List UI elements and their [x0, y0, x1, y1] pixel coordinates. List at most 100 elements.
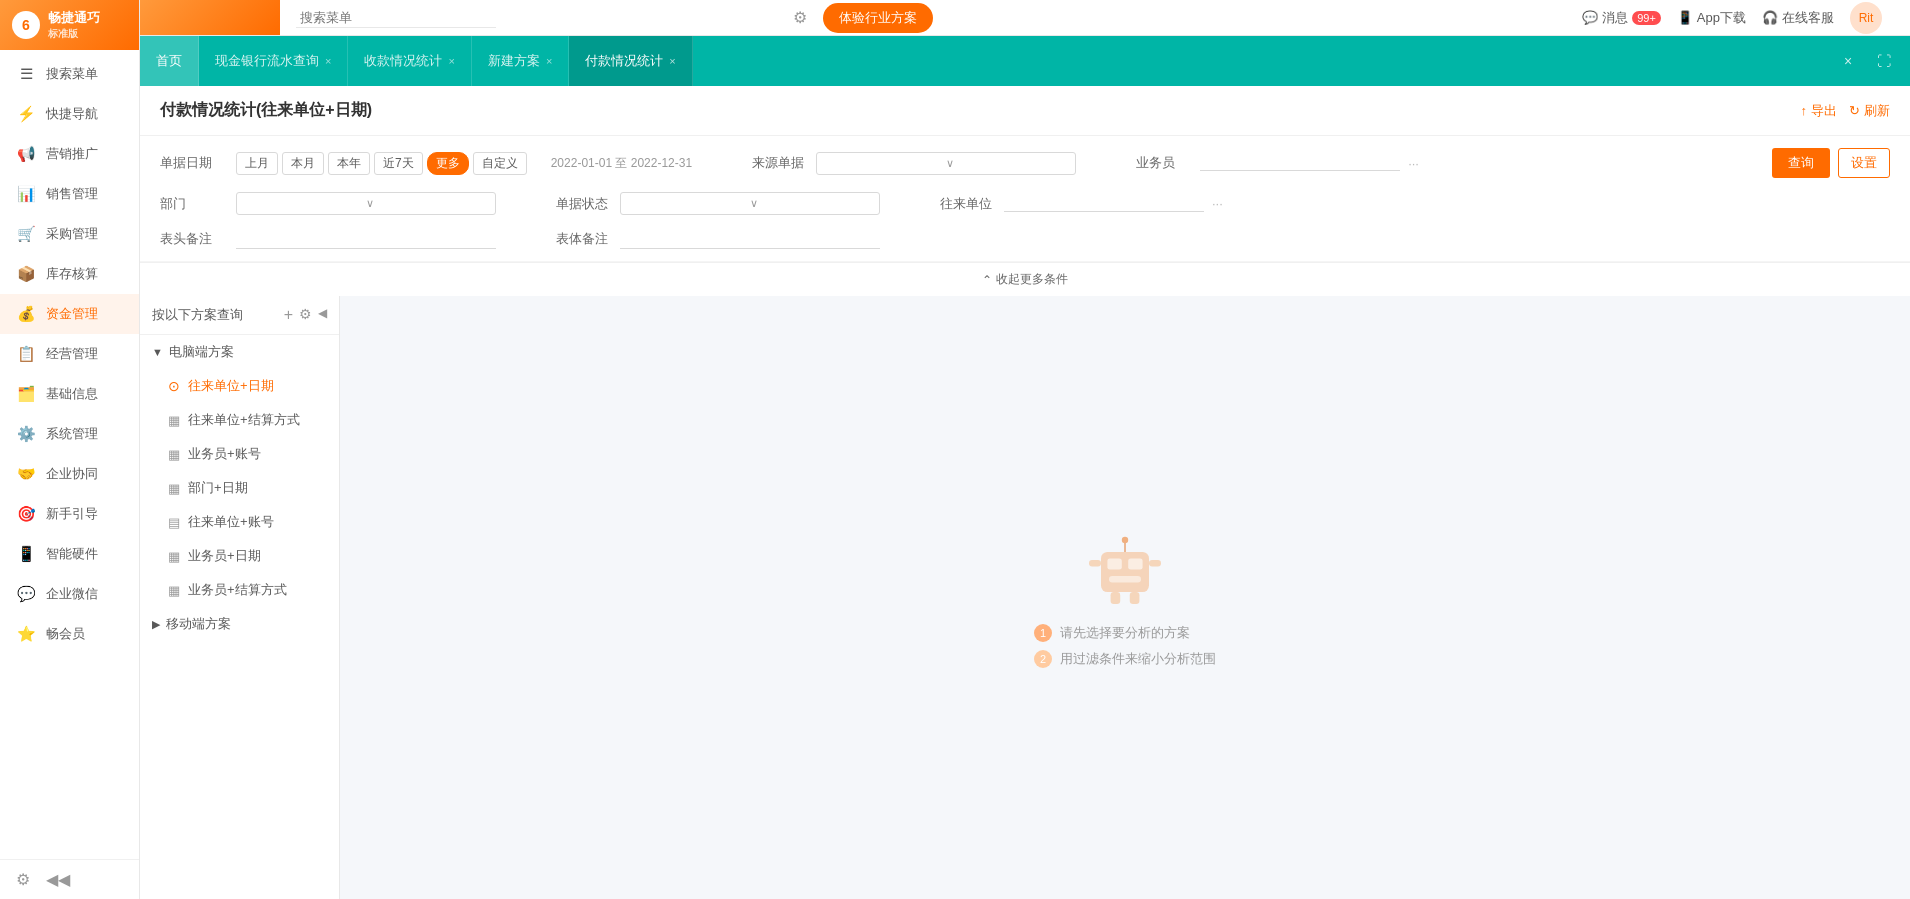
filter-settings-button[interactable]: 设置 — [1838, 148, 1890, 178]
sidebar-item-purchase[interactable]: 🛒 采购管理 — [0, 214, 139, 254]
scheme-group-desktop-header[interactable]: ▼ 电脑端方案 — [140, 335, 339, 369]
tab-label-receipt-stats: 收款情况统计 — [364, 52, 442, 70]
settings-footer-icon[interactable]: ⚙ — [16, 870, 30, 889]
scheme-item-sales-date[interactable]: ▦ 业务员+日期 — [140, 539, 339, 573]
doc-status-select[interactable]: ∨ — [620, 192, 880, 215]
date-btn-last-month[interactable]: 上月 — [236, 152, 278, 175]
svg-point-5 — [1122, 536, 1128, 542]
sidebar-icon-member: ⭐ — [16, 624, 36, 644]
action-buttons: 查询 设置 — [1772, 148, 1890, 178]
sidebar-item-wechat[interactable]: 💬 企业微信 — [0, 574, 139, 614]
partner-input-wrapper — [1004, 196, 1204, 212]
close-window-icon[interactable]: × — [1838, 51, 1858, 71]
date-range-display: 2022-01-01 至 2022-12-31 — [551, 155, 692, 172]
sidebar-icon-wechat: 💬 — [16, 584, 36, 604]
nav-tab-home[interactable]: 首页 — [140, 36, 199, 86]
sidebar-item-guide[interactable]: 🎯 新手引导 — [0, 494, 139, 534]
sidebar-label-operation: 经营管理 — [46, 345, 98, 363]
top-settings-icon[interactable]: ⚙ — [793, 8, 807, 27]
nav-tab-new-scheme[interactable]: 新建方案× — [472, 36, 569, 86]
sidebar-item-member[interactable]: ⭐ 畅会员 — [0, 614, 139, 654]
scheme-item-dept-date[interactable]: ▦ 部门+日期 — [140, 471, 339, 505]
scheme-item-partner-date[interactable]: ⊙ 往来单位+日期 — [140, 369, 339, 403]
sidebar-item-marketing[interactable]: 📢 营销推广 — [0, 134, 139, 174]
sidebar-item-basic[interactable]: 🗂️ 基础信息 — [0, 374, 139, 414]
sidebar-icon-system: ⚙️ — [16, 424, 36, 444]
sidebar-item-system[interactable]: ⚙️ 系统管理 — [0, 414, 139, 454]
salesperson-dots-icon[interactable]: ··· — [1408, 156, 1419, 171]
app-download-btn[interactable]: 📱 App下载 — [1677, 9, 1746, 27]
refresh-button[interactable]: ↻ 刷新 — [1849, 102, 1890, 120]
nav-right-controls: × ⛶ — [1822, 51, 1910, 71]
desktop-group-label: 电脑端方案 — [169, 343, 234, 361]
sidebar-item-quick-nav[interactable]: ⚡ 快捷导航 — [0, 94, 139, 134]
export-button[interactable]: ↑ 导出 — [1801, 102, 1838, 120]
dept-select[interactable]: ∨ — [236, 192, 496, 215]
filter-main: 单据日期 上月 本月 本年 近7天 更多 自定义 2022-01-01 至 20… — [140, 136, 1910, 262]
trial-button[interactable]: 体验行业方案 — [823, 3, 933, 33]
sidebar-label-marketing: 营销推广 — [46, 145, 98, 163]
collapse-more-bar[interactable]: ⌃ 收起更多条件 — [140, 262, 1910, 296]
tab-close-payment-stats[interactable]: × — [669, 55, 675, 67]
nav-tabs-list: 首页现金银行流水查询×收款情况统计×新建方案×付款情况统计× — [140, 36, 693, 86]
source-label: 来源单据 — [752, 154, 808, 172]
sidebar-label-wechat: 企业微信 — [46, 585, 98, 603]
tab-close-new-scheme[interactable]: × — [546, 55, 552, 67]
svg-rect-7 — [1149, 560, 1161, 566]
date-label: 单据日期 — [160, 154, 216, 172]
date-btn-this-year[interactable]: 本年 — [328, 152, 370, 175]
scheme-item-partner-settlement[interactable]: ▦ 往来单位+结算方式 — [140, 403, 339, 437]
scheme-item-partner-account[interactable]: ▤ 往来单位+账号 — [140, 505, 339, 539]
mobile-arrow-icon: ▶ — [152, 618, 160, 631]
scheme-item-icon-2: ▦ — [168, 447, 180, 462]
sidebar-item-inventory[interactable]: 📦 库存核算 — [0, 254, 139, 294]
search-input[interactable] — [296, 8, 496, 28]
header-note-input[interactable] — [236, 229, 496, 249]
body-note-input[interactable] — [620, 229, 880, 249]
sidebar-item-collab[interactable]: 🤝 企业协同 — [0, 454, 139, 494]
date-btn-custom[interactable]: 自定义 — [473, 152, 527, 175]
collapse-sidebar-icon[interactable]: ◀◀ — [46, 870, 70, 889]
source-select[interactable]: ∨ — [816, 152, 1076, 175]
message-btn[interactable]: 💬 消息 99+ — [1582, 9, 1661, 27]
query-button[interactable]: 查询 — [1772, 148, 1830, 178]
body-note-group: 表体备注 — [556, 229, 880, 249]
sidebar-icon-quick-nav: ⚡ — [16, 104, 36, 124]
sidebar-item-search[interactable]: ☰ 搜索菜单 — [0, 54, 139, 94]
date-btn-7days[interactable]: 近7天 — [374, 152, 423, 175]
sidebar-item-finance[interactable]: 💰 资金管理 — [0, 294, 139, 334]
logo-text: 畅捷通巧 标准版 — [48, 9, 100, 41]
date-btn-more[interactable]: 更多 — [427, 152, 469, 175]
sidebar-icon-guide: 🎯 — [16, 504, 36, 524]
empty-illustration — [1075, 528, 1175, 608]
nav-tab-receipt-stats[interactable]: 收款情况统计 × — [348, 36, 471, 86]
tab-label-payment-stats: 付款情况统计 — [585, 52, 663, 70]
sidebar-item-sales[interactable]: 📊 销售管理 — [0, 174, 139, 214]
sidebar-item-operation[interactable]: 📋 经营管理 — [0, 334, 139, 374]
tab-close-bank-flow[interactable]: × — [325, 55, 331, 67]
nav-tab-payment-stats[interactable]: 付款情况统计 × — [569, 36, 692, 86]
search-icon: ☰ — [16, 64, 36, 84]
date-btn-this-month[interactable]: 本月 — [282, 152, 324, 175]
user-avatar[interactable]: Rit — [1850, 2, 1882, 34]
partner-dots-icon[interactable]: ··· — [1212, 196, 1223, 211]
header-note-label: 表头备注 — [160, 230, 216, 248]
expand-window-icon[interactable]: ⛶ — [1874, 51, 1894, 71]
partner-input[interactable] — [1004, 196, 1204, 211]
scheme-item-sales-account[interactable]: ▦ 业务员+账号 — [140, 437, 339, 471]
scheme-settings-icon[interactable]: ⚙ — [299, 306, 312, 324]
sidebar-item-hardware[interactable]: 📱 智能硬件 — [0, 534, 139, 574]
data-area: 1 请先选择要分析的方案 2 用过滤条件来缩小分析范围 — [340, 296, 1910, 899]
nav-tab-bank-flow[interactable]: 现金银行流水查询× — [199, 36, 348, 86]
scheme-add-icon[interactable]: + — [284, 306, 293, 324]
scheme-item-sales-settlement[interactable]: ▦ 业务员+结算方式 — [140, 573, 339, 607]
tab-close-receipt-stats[interactable]: × — [448, 55, 454, 67]
online-service-btn[interactable]: 🎧 在线客服 — [1762, 9, 1834, 27]
top-search-bar: ⚙ 体验行业方案 💬 消息 99+ 📱 App下载 🎧 在线客服 — [140, 0, 1910, 36]
scheme-group-mobile-header[interactable]: ▶ 移动端方案 — [140, 607, 339, 641]
salesperson-input[interactable] — [1200, 155, 1400, 170]
app-logo: 6 畅捷通巧 标准版 — [0, 0, 139, 50]
sidebar-footer: ⚙ ◀◀ — [0, 859, 139, 899]
scheme-collapse-icon[interactable]: ◀ — [318, 306, 327, 324]
svg-rect-8 — [1111, 592, 1121, 604]
